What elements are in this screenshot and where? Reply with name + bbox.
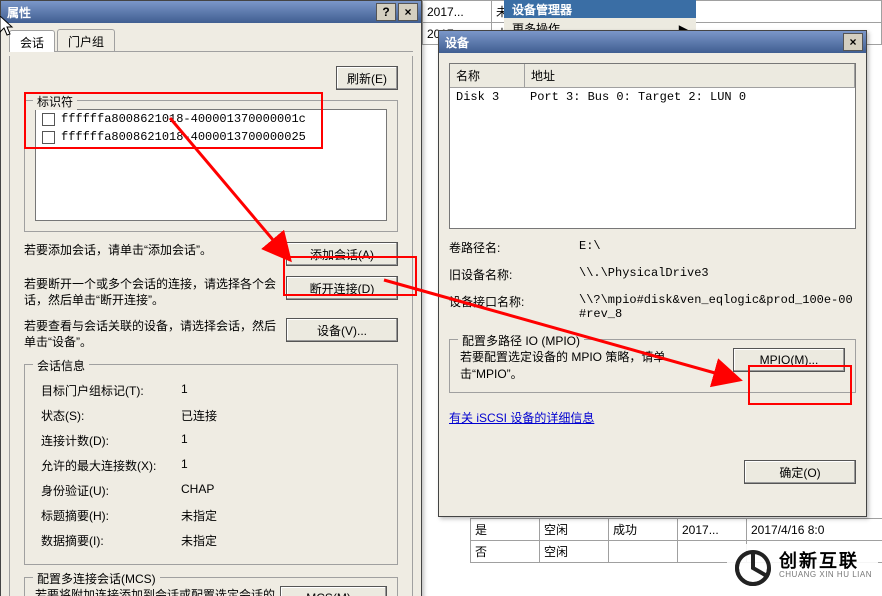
window-title: 设备 bbox=[445, 34, 469, 51]
session-info-table: 目标门户组标记(T):1 状态(S):已连接 连接计数(D):1 允许的最大连接… bbox=[35, 377, 387, 554]
properties-dialog: 属性 ? × 会话 门户组 刷新(E) 标识符 bbox=[0, 0, 422, 596]
mpio-button[interactable]: MPIO(M)... bbox=[733, 348, 845, 372]
column-header-address[interactable]: 地址 bbox=[525, 64, 855, 87]
help-button[interactable]: ? bbox=[376, 3, 396, 21]
session-id: ffffffa8008621018-4000013700000025 bbox=[61, 130, 306, 144]
add-session-text: 若要添加会话，请单击“添加会话”。 bbox=[24, 242, 284, 258]
device-interface-name-value: \\?\mpio#disk&ven_eqlogic&prod_100e-00#r… bbox=[579, 293, 856, 321]
watermark-logo: 创新互联 CHUANG XIN HU LIAN bbox=[727, 544, 878, 592]
refresh-button[interactable]: 刷新(E) bbox=[336, 66, 398, 90]
titlebar[interactable]: 属性 ? × bbox=[1, 1, 421, 23]
volume-path-value: E:\ bbox=[579, 239, 856, 253]
devices-button[interactable]: 设备(V)... bbox=[286, 318, 398, 342]
mcs-legend: 配置多连接会话(MCS) bbox=[33, 570, 160, 587]
session-info-legend: 会话信息 bbox=[33, 357, 89, 374]
checkbox-icon[interactable] bbox=[42, 131, 55, 144]
devices-dialog: 设备 × 名称 地址 Disk 3 Port 3: Bus 0: Target … bbox=[438, 30, 867, 517]
list-item[interactable]: ffffffa8008621018-400001370000001c bbox=[36, 110, 386, 128]
mcs-button[interactable]: MCS(M)... bbox=[280, 586, 387, 596]
mpio-text: 若要配置选定设备的 MPIO 策略，请单击“MPIO”。 bbox=[460, 348, 670, 382]
legacy-device-name-label: 旧设备名称: bbox=[449, 266, 579, 283]
device-listview[interactable]: 名称 地址 Disk 3 Port 3: Bus 0: Target 2: LU… bbox=[449, 63, 856, 229]
close-icon[interactable]: × bbox=[843, 33, 863, 51]
identifier-groupbox-legend: 标识符 bbox=[33, 93, 77, 110]
disconnect-text: 若要断开一个或多个会话的连接，请选择各个会话，然后单击“断开连接”。 bbox=[24, 276, 284, 308]
device-name: Disk 3 bbox=[450, 90, 524, 104]
background-device-manager-menu: 设备管理器 更多操作 ▶ bbox=[504, 0, 696, 30]
list-item[interactable]: ffffffa8008621018-4000013700000025 bbox=[36, 128, 386, 146]
tab-strip: 会话 门户组 bbox=[9, 29, 413, 52]
session-identifier-list[interactable]: ffffffa8008621018-400001370000001c fffff… bbox=[35, 109, 387, 221]
volume-path-label: 卷路径名: bbox=[449, 239, 579, 256]
devices-text: 若要查看与会话关联的设备，请选择会话，然后单击“设备”。 bbox=[24, 318, 284, 350]
ok-button[interactable]: 确定(O) bbox=[744, 460, 856, 484]
iscsi-device-details-link[interactable]: 有关 iSCSI 设备的详细信息 bbox=[449, 411, 594, 425]
disconnect-button[interactable]: 断开连接(D) bbox=[286, 276, 398, 300]
mcs-text: 若要将附加连接添加到会话或配置选定会话的 MCS 策略，请单击“MCS”。 bbox=[35, 586, 280, 596]
session-id: ffffffa8008621018-400001370000001c bbox=[61, 112, 306, 126]
add-session-button[interactable]: 添加会话(A) bbox=[286, 242, 398, 266]
column-header-name[interactable]: 名称 bbox=[450, 64, 525, 87]
titlebar[interactable]: 设备 × bbox=[439, 31, 866, 53]
logo-icon bbox=[733, 548, 773, 588]
mpio-legend: 配置多路径 IO (MPIO) bbox=[458, 332, 584, 349]
tab-portal-group[interactable]: 门户组 bbox=[57, 29, 115, 51]
legacy-device-name-value: \\.\PhysicalDrive3 bbox=[579, 266, 856, 280]
close-icon[interactable]: × bbox=[398, 3, 418, 21]
table-row[interactable]: Disk 3 Port 3: Bus 0: Target 2: LUN 0 bbox=[450, 88, 855, 106]
device-address: Port 3: Bus 0: Target 2: LUN 0 bbox=[524, 90, 855, 104]
device-interface-name-label: 设备接口名称: bbox=[449, 293, 579, 310]
checkbox-icon[interactable] bbox=[42, 113, 55, 126]
